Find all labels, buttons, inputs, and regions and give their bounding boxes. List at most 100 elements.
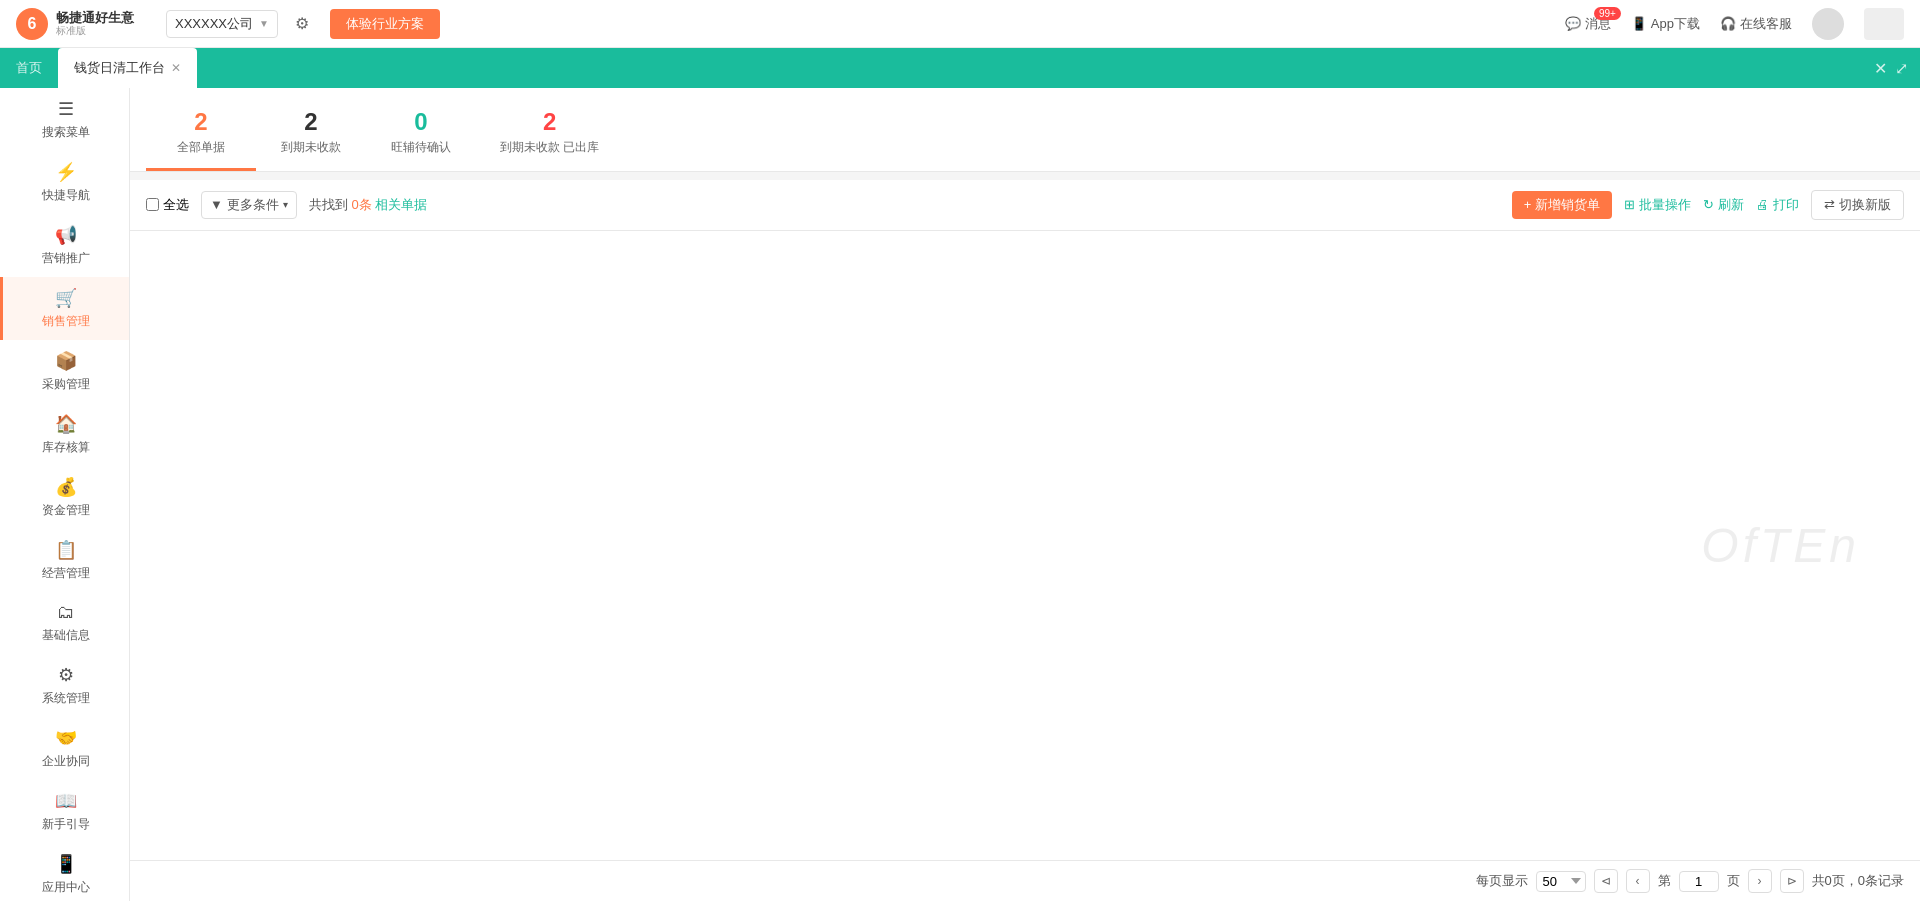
- finance-icon: 💰: [55, 476, 77, 498]
- logo-sub-text: 标准版: [56, 25, 134, 37]
- related-link[interactable]: 相关单据: [375, 197, 427, 212]
- found-text: 共找到 0条 相关单据: [309, 196, 427, 214]
- sidebar: ☰ 搜索菜单 ⚡ 快捷导航 📢 营销推广 🛒 销售管理 📦 采购管理 🏠 库存核…: [0, 88, 130, 901]
- sidebar-item-operations-label: 经营管理: [42, 565, 90, 582]
- sidebar-item-system[interactable]: ⚙ 系统管理: [0, 654, 129, 717]
- main-layout: ☰ 搜索菜单 ⚡ 快捷导航 📢 营销推广 🛒 销售管理 📦 采购管理 🏠 库存核…: [0, 88, 1920, 901]
- print-button[interactable]: 🖨 打印: [1756, 196, 1799, 214]
- next-page-button[interactable]: ›: [1748, 869, 1772, 893]
- logo-icon: 6: [16, 8, 48, 40]
- inventory-icon: 🏠: [55, 413, 77, 435]
- prev-page-button[interactable]: ‹: [1626, 869, 1650, 893]
- sidebar-item-finance-label: 资金管理: [42, 502, 90, 519]
- quick-nav-icon: ⚡: [55, 161, 77, 183]
- message-icon: 💬: [1565, 16, 1581, 31]
- tab-bar-actions: ✕ ⤢: [1874, 59, 1920, 78]
- search-menu-icon: ☰: [58, 98, 74, 120]
- stat-overdue-label: 到期未收款: [281, 139, 341, 156]
- system-icon: ⚙: [58, 664, 74, 686]
- select-all-input[interactable]: [146, 198, 159, 211]
- tab-work-bench[interactable]: 钱货日清工作台 ✕: [58, 48, 197, 88]
- first-page-button[interactable]: ⊲: [1594, 869, 1618, 893]
- headset-icon: 🎧: [1720, 16, 1736, 31]
- settings-button[interactable]: ⚙: [286, 8, 318, 40]
- sidebar-item-system-label: 系统管理: [42, 690, 90, 707]
- tab-close-icon[interactable]: ✕: [171, 61, 181, 75]
- purchase-icon: 📦: [55, 350, 77, 372]
- page-input[interactable]: [1679, 871, 1719, 892]
- logo-text: 畅捷通好生意 标准版: [56, 10, 134, 38]
- stat-tab-shipped[interactable]: 2 到期未收款 已出库: [476, 100, 623, 171]
- filter-label: 更多条件: [227, 196, 279, 214]
- logo-area: 6 畅捷通好生意 标准版: [16, 8, 146, 40]
- app-download-button[interactable]: 📱 App下载: [1631, 15, 1700, 33]
- app-download-label: App下载: [1651, 15, 1700, 33]
- online-service-button[interactable]: 🎧 在线客服: [1720, 15, 1792, 33]
- sidebar-item-operations[interactable]: 📋 经营管理: [0, 529, 129, 592]
- sidebar-item-sales-label: 销售管理: [42, 313, 90, 330]
- maximize-icon[interactable]: ⤢: [1895, 59, 1908, 78]
- batch-operation-button[interactable]: ⊞ 批量操作: [1624, 196, 1691, 214]
- company-name: XXXXXX公司: [175, 15, 253, 33]
- sidebar-item-quick-nav-label: 快捷导航: [42, 187, 90, 204]
- sidebar-item-finance[interactable]: 💰 资金管理: [0, 466, 129, 529]
- last-page-button[interactable]: ⊳: [1780, 869, 1804, 893]
- table-area: OfTEn: [130, 231, 1920, 860]
- enterprise-icon: 🤝: [55, 727, 77, 749]
- chevron-down-icon: ▼: [259, 18, 269, 29]
- sidebar-item-app-center[interactable]: 📱 应用中心: [0, 843, 129, 901]
- user-menu[interactable]: [1864, 8, 1904, 40]
- operations-icon: 📋: [55, 539, 77, 561]
- toolbar-right: + 新增销货单 ⊞ 批量操作 ↻ 刷新 🖨 打印 ⇄ 切换新版: [1512, 190, 1904, 220]
- page-label2: 页: [1727, 872, 1740, 890]
- sidebar-item-quick-nav[interactable]: ⚡ 快捷导航: [0, 151, 129, 214]
- marketing-icon: 📢: [55, 224, 77, 246]
- switch-new-version-button[interactable]: ⇄ 切换新版: [1811, 190, 1904, 220]
- filter-button[interactable]: ▼ 更多条件 ▾: [201, 191, 297, 219]
- add-sales-order-button[interactable]: + 新增销货单: [1512, 191, 1612, 219]
- experience-button[interactable]: 体验行业方案: [330, 9, 440, 39]
- sidebar-item-sales[interactable]: 🛒 销售管理: [0, 277, 129, 340]
- avatar[interactable]: [1812, 8, 1844, 40]
- app-download-icon: 📱: [1631, 16, 1647, 31]
- switch-icon: ⇄: [1824, 197, 1835, 212]
- sidebar-item-marketing[interactable]: 📢 营销推广: [0, 214, 129, 277]
- company-selector[interactable]: XXXXXX公司 ▼: [166, 10, 278, 38]
- stat-shipped-num: 2: [543, 108, 556, 137]
- stat-pending-num: 0: [414, 108, 427, 137]
- top-header: 6 畅捷通好生意 标准版 XXXXXX公司 ▼ ⚙ 体验行业方案 💬 消息 99…: [0, 0, 1920, 48]
- sidebar-item-purchase[interactable]: 📦 采购管理: [0, 340, 129, 403]
- total-text: 共0页，0条记录: [1812, 872, 1904, 890]
- select-all-checkbox[interactable]: 全选: [146, 196, 189, 214]
- found-num: 0条: [352, 197, 372, 212]
- message-button[interactable]: 💬 消息 99+: [1565, 15, 1611, 33]
- message-badge: 99+: [1594, 7, 1621, 20]
- sidebar-item-basic-info[interactable]: 🗂 基础信息: [0, 592, 129, 654]
- refresh-button[interactable]: ↻ 刷新: [1703, 196, 1744, 214]
- tab-bar: 首页 钱货日清工作台 ✕ ✕ ⤢: [0, 48, 1920, 88]
- stat-overdue-num: 2: [304, 108, 317, 137]
- sidebar-item-inventory[interactable]: 🏠 库存核算: [0, 403, 129, 466]
- tab-home[interactable]: 首页: [0, 48, 58, 88]
- sidebar-item-search-label: 搜索菜单: [42, 124, 90, 141]
- stat-all-num: 2: [194, 108, 207, 137]
- per-page-select[interactable]: 50 100 200: [1536, 871, 1586, 892]
- content-area: 2 全部单据 2 到期未收款 0 旺辅待确认 2 到期未收款 已出库 全选: [130, 88, 1920, 901]
- print-label: 打印: [1773, 196, 1799, 214]
- stat-tab-pending[interactable]: 0 旺辅待确认: [366, 100, 476, 171]
- sidebar-item-search[interactable]: ☰ 搜索菜单: [0, 88, 129, 151]
- stat-tab-overdue[interactable]: 2 到期未收款: [256, 100, 366, 171]
- minimize-icon[interactable]: ✕: [1874, 59, 1887, 78]
- sidebar-item-guide[interactable]: 📖 新手引导: [0, 780, 129, 843]
- toolbar-left: 全选 ▼ 更多条件 ▾ 共找到 0条 相关单据: [146, 191, 1500, 219]
- stats-tabs: 2 全部单据 2 到期未收款 0 旺辅待确认 2 到期未收款 已出库: [130, 88, 1920, 172]
- sidebar-item-enterprise[interactable]: 🤝 企业协同: [0, 717, 129, 780]
- watermark: OfTEn: [1701, 518, 1860, 573]
- switch-label: 切换新版: [1839, 196, 1891, 214]
- stat-tab-all[interactable]: 2 全部单据: [146, 100, 256, 171]
- tab-work-bench-label: 钱货日清工作台: [74, 59, 165, 77]
- sidebar-item-marketing-label: 营销推广: [42, 250, 90, 267]
- select-all-label: 全选: [163, 196, 189, 214]
- page-label: 第: [1658, 872, 1671, 890]
- batch-label: 批量操作: [1639, 196, 1691, 214]
